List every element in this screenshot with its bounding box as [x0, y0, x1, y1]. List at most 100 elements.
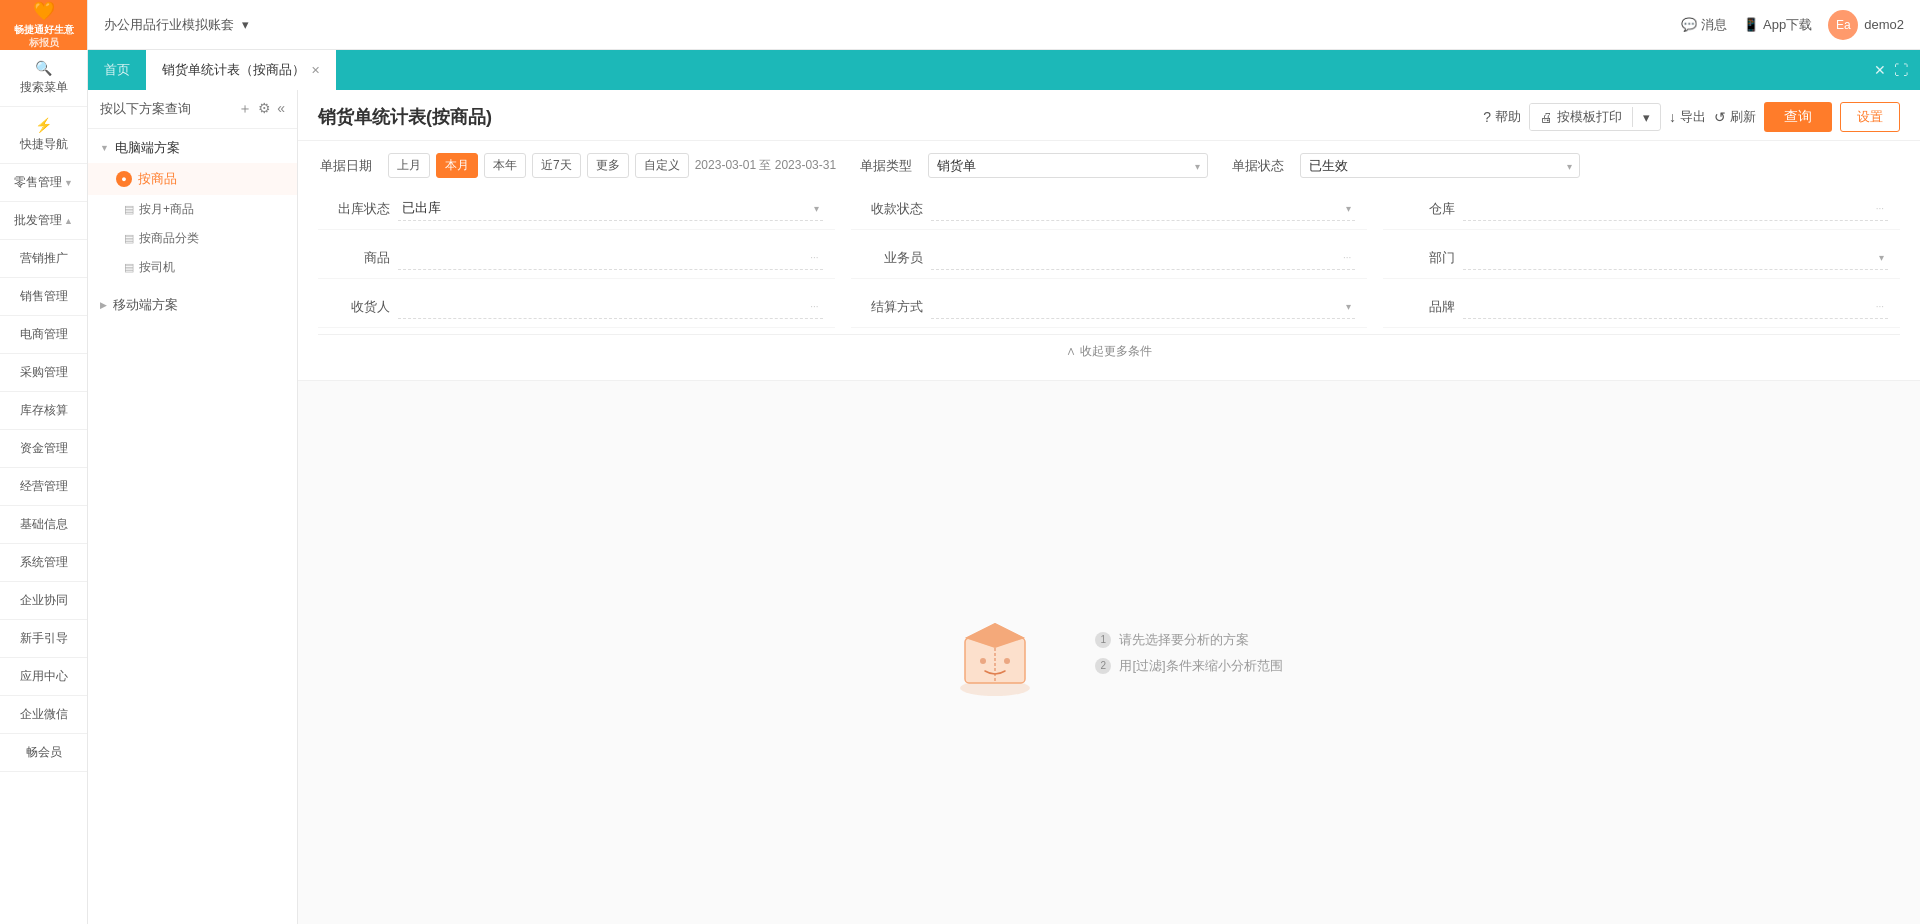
- sidebar-item-wholesale[interactable]: 批发管理 ▲: [0, 202, 87, 240]
- refresh-btn[interactable]: ↺ 刷新: [1714, 108, 1756, 126]
- content-wrapper: 按以下方案查询 ＋ ⚙ « ▼ 电脑端方案 ● 按商品 ▤ 按月: [88, 90, 1920, 924]
- scheme-item-by-goods[interactable]: ● 按商品: [88, 163, 297, 195]
- retail-expand-icon: ▼: [64, 178, 73, 188]
- print-btn[interactable]: 🖨 按模板打印: [1530, 104, 1632, 130]
- user-info[interactable]: Ea demo2: [1828, 10, 1904, 40]
- help-icon: ?: [1483, 109, 1491, 125]
- filter-cell-salesman: 业务员 ···: [851, 238, 1368, 279]
- sidebar-item-retail[interactable]: 零售管理 ▼: [0, 164, 87, 202]
- warehouse-select[interactable]: ···: [1463, 197, 1888, 221]
- tab-sales-stats[interactable]: 销货单统计表（按商品） ✕: [146, 50, 336, 90]
- mobile-scheme-group-title[interactable]: ▶ 移动端方案: [88, 290, 297, 320]
- sidebar-item-guide[interactable]: 新手引导: [0, 620, 87, 658]
- doc-status-select[interactable]: 已生效: [1300, 153, 1580, 178]
- scheme-sub-month-goods[interactable]: ▤ 按月+商品: [88, 195, 297, 224]
- settle-chevron: ▾: [1346, 301, 1351, 312]
- date-btn-custom[interactable]: 自定义: [635, 153, 689, 178]
- filter-cell-settle: 结算方式 ▾: [851, 287, 1368, 328]
- sidebar-item-enterprise[interactable]: 企业协同: [0, 582, 87, 620]
- panel-add-icon[interactable]: ＋: [238, 100, 252, 118]
- sub-icon-driver: ▤: [124, 261, 134, 274]
- sidebar-item-wechat[interactable]: 企业微信: [0, 696, 87, 734]
- scheme-by-goods-label: 按商品: [138, 170, 177, 188]
- print-dropdown-btn[interactable]: ▾: [1633, 106, 1660, 129]
- workspace-label: 办公用品行业模拟账套: [104, 16, 234, 34]
- app-logo[interactable]: 🧡 畅捷通好生意 标报员: [0, 0, 87, 50]
- tab-window-close-btn[interactable]: ✕: [1874, 62, 1886, 78]
- hint-text-2: 用[过滤]条件来缩小分析范围: [1119, 657, 1282, 675]
- sidebar-item-quicknav[interactable]: ⚡ 快捷导航: [0, 107, 87, 164]
- help-btn[interactable]: ? 帮助: [1483, 108, 1521, 126]
- pc-scheme-group-title[interactable]: ▼ 电脑端方案: [88, 133, 297, 163]
- filter-row-4: 收货人 ··· 结算方式 ▾ 品牌: [318, 287, 1900, 328]
- sidebar-item-inventory[interactable]: 库存核算: [0, 392, 87, 430]
- sidebar-item-search[interactable]: 🔍 搜索菜单: [0, 50, 87, 107]
- print-icon: 🖨: [1540, 110, 1553, 125]
- settings-btn[interactable]: 设置: [1840, 102, 1900, 132]
- doc-type-select[interactable]: 销货单: [928, 153, 1208, 178]
- receipt-status-label: 收款状态: [863, 200, 923, 218]
- receipt-status-select[interactable]: ▾: [931, 197, 1356, 221]
- panel-icon-buttons: ＋ ⚙ «: [238, 100, 285, 118]
- workspace-selector[interactable]: 办公用品行业模拟账套 ▾: [104, 16, 249, 34]
- filter-cell-receiptstatus: 收款状态 ▾: [851, 188, 1368, 230]
- panel-settings-icon[interactable]: ⚙: [258, 100, 271, 118]
- sidebar-item-ecommerce[interactable]: 电商管理: [0, 316, 87, 354]
- goods-select[interactable]: ···: [398, 246, 823, 270]
- out-status-chevron: ▾: [814, 203, 819, 214]
- export-btn[interactable]: ↓ 导出: [1669, 108, 1706, 126]
- date-btn-thisyear[interactable]: 本年: [484, 153, 526, 178]
- filter-row-3: 商品 ··· 业务员 ··· 部门: [318, 238, 1900, 279]
- settle-select[interactable]: ▾: [931, 295, 1356, 319]
- sidebar-item-basic[interactable]: 基础信息: [0, 506, 87, 544]
- sidebar-item-system[interactable]: 系统管理: [0, 544, 87, 582]
- salesman-dots: ···: [1343, 252, 1351, 263]
- goods-dots: ···: [810, 252, 818, 263]
- sidebar-item-finance[interactable]: 资金管理: [0, 430, 87, 468]
- out-status-select[interactable]: 已出库 ▾: [398, 196, 823, 221]
- app-download-btn[interactable]: 📱 App下载: [1743, 16, 1812, 34]
- sidebar-item-operations[interactable]: 经营管理: [0, 468, 87, 506]
- filter-cell-goods: 商品 ···: [318, 238, 835, 279]
- message-btn[interactable]: 💬 消息: [1681, 16, 1727, 34]
- filter-row-1: 单据日期 上月 本月 本年 近7天 更多 自定义 2023-03-01 至 20…: [318, 153, 1900, 178]
- tab-home[interactable]: 首页: [88, 50, 146, 90]
- page-actions: ? 帮助 🖨 按模板打印 ▾ ↓: [1483, 102, 1900, 132]
- out-status-value: 已出库: [402, 199, 441, 217]
- date-btn-lastmonth[interactable]: 上月: [388, 153, 430, 178]
- sidebar-item-marketing[interactable]: 营销推广: [0, 240, 87, 278]
- sidebar-item-member[interactable]: 畅会员: [0, 734, 87, 772]
- pc-group-expand-icon: ▼: [100, 143, 109, 153]
- department-select[interactable]: ▾: [1463, 246, 1888, 270]
- date-btn-more[interactable]: 更多: [587, 153, 629, 178]
- tab-window-maximize-btn[interactable]: ⛶: [1894, 62, 1908, 78]
- doc-type-select-wrap: 销货单 ▾: [928, 153, 1208, 178]
- sidebar-item-sales[interactable]: 销售管理: [0, 278, 87, 316]
- brand-dots: ···: [1876, 301, 1884, 312]
- date-btn-7days[interactable]: 近7天: [532, 153, 581, 178]
- refresh-label: 刷新: [1730, 108, 1756, 126]
- sidebar-item-purchase[interactable]: 采购管理: [0, 354, 87, 392]
- header-actions: 💬 消息 📱 App下载 Ea demo2: [1681, 10, 1904, 40]
- scheme-sub-driver[interactable]: ▤ 按司机: [88, 253, 297, 282]
- salesman-select[interactable]: ···: [931, 246, 1356, 270]
- tab-home-label: 首页: [104, 61, 130, 79]
- sidebar-item-appcenter[interactable]: 应用中心: [0, 658, 87, 696]
- scheme-sub-driver-label: 按司机: [139, 259, 175, 276]
- mobile-scheme-group: ▶ 移动端方案: [88, 286, 297, 324]
- scheme-sub-goods-category[interactable]: ▤ 按商品分类: [88, 224, 297, 253]
- data-area: 1 请先选择要分析的方案 2 用[过滤]条件来缩小分析范围: [298, 381, 1920, 924]
- pc-scheme-group: ▼ 电脑端方案 ● 按商品 ▤ 按月+商品 ▤ 按商品分类 ▤ 按司机: [88, 129, 297, 286]
- hint-num-2: 2: [1095, 658, 1111, 674]
- date-btn-thismonth[interactable]: 本月: [436, 153, 478, 178]
- tab-close-icon[interactable]: ✕: [311, 64, 320, 77]
- panel-collapse-icon[interactable]: «: [277, 100, 285, 118]
- left-panel: 按以下方案查询 ＋ ⚙ « ▼ 电脑端方案 ● 按商品 ▤ 按月: [88, 90, 298, 924]
- salesman-label: 业务员: [863, 249, 923, 267]
- logo-text: 畅捷通好生意: [14, 24, 74, 36]
- collapse-bar[interactable]: ∧ 收起更多条件: [318, 334, 1900, 368]
- query-btn[interactable]: 查询: [1764, 102, 1832, 132]
- receiver-select[interactable]: ···: [398, 295, 823, 319]
- brand-select[interactable]: ···: [1463, 295, 1888, 319]
- main-area: 办公用品行业模拟账套 ▾ 💬 消息 📱 App下载 Ea demo2 首页: [88, 0, 1920, 924]
